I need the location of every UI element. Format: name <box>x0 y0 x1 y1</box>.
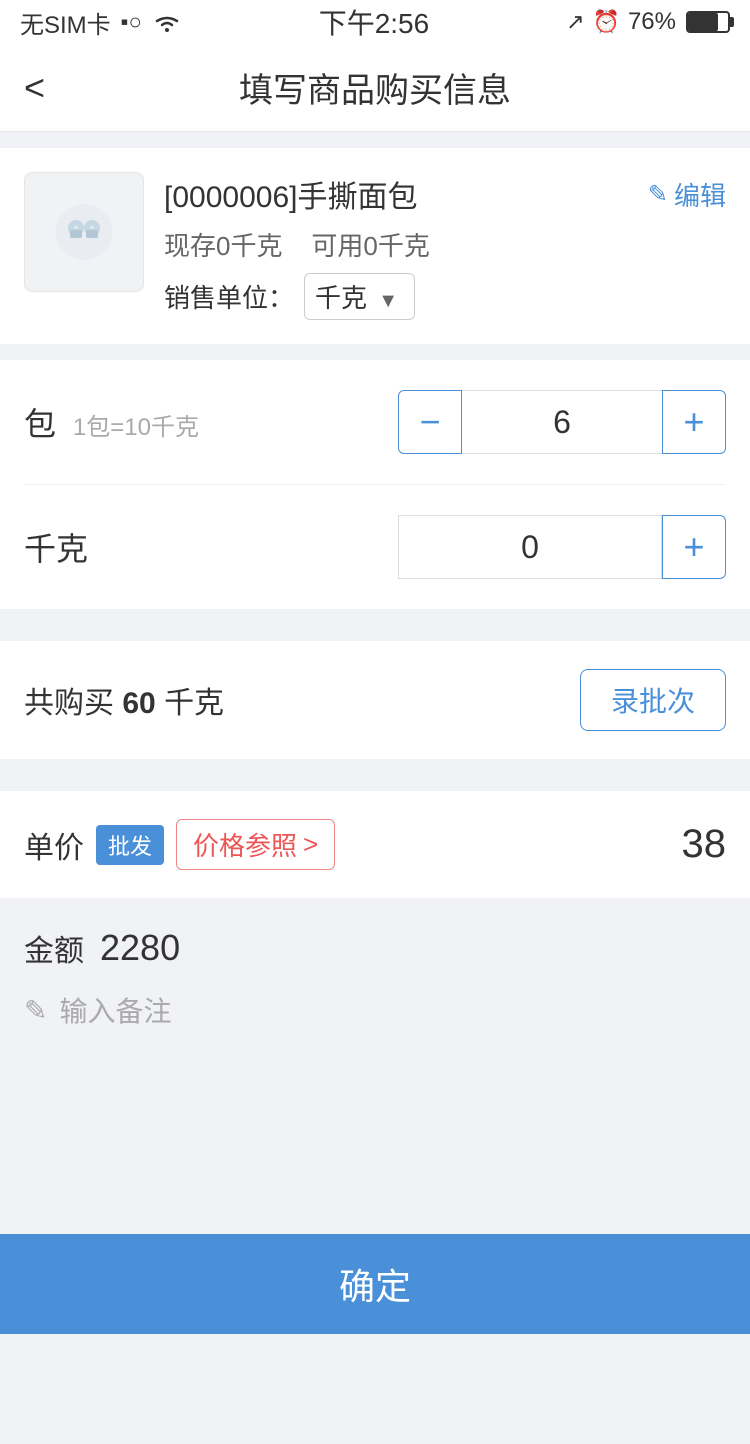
kg-unit-text: 千克 <box>24 531 88 567</box>
note-placeholder: 输入备注 <box>59 990 171 1030</box>
total-unit: 千克 <box>164 687 224 720</box>
amount-value: 2280 <box>100 927 180 969</box>
amount-section: 金额 2280 ✎ 输入备注 <box>0 898 750 1054</box>
price-label: 单价 <box>24 823 84 867</box>
bag-increment-button[interactable]: + <box>662 390 726 454</box>
quantity-row-kg: 千克 + <box>24 485 726 609</box>
amount-label: 金额 <box>24 926 84 970</box>
bag-decrement-button[interactable]: − <box>398 390 462 454</box>
amount-row: 金额 2280 <box>24 926 726 970</box>
back-button[interactable]: < <box>24 67 45 109</box>
total-text: 共购买 60 千克 <box>24 678 224 722</box>
unit-label: 销售单位： <box>164 278 294 315</box>
edit-label: 编辑 <box>674 176 726 213</box>
price-label-row: 单价 批发 价格参照 > <box>24 819 335 870</box>
price-ref-button[interactable]: 价格参照 > <box>176 819 335 870</box>
batch-button[interactable]: 录批次 <box>580 669 726 731</box>
alarm-icon: ⏰ <box>593 9 620 35</box>
stock-text: 现存0千克 <box>164 231 282 261</box>
pencil-icon: ✎ <box>24 994 47 1027</box>
carrier-text: 无SIM卡 <box>20 5 111 40</box>
product-logo-icon <box>54 202 114 262</box>
status-bar: 无SIM卡 ▪○ 下午2:56 ↗ ⏰ 76% <box>0 0 750 44</box>
status-time: 下午2:56 <box>319 2 430 42</box>
price-type-tag: 批发 <box>96 825 164 865</box>
wifi-icon: ▪○ <box>121 9 142 35</box>
bag-quantity-input[interactable] <box>462 390 662 454</box>
quantity-section: 包 1包=10千克 − + 千克 + <box>0 360 750 609</box>
edit-icon: ✎ <box>648 180 668 209</box>
page-title: 填写商品购买信息 <box>239 63 511 112</box>
divider-3 <box>0 759 750 775</box>
status-right: ↗ ⏰ 76% <box>566 8 730 36</box>
bag-unit-text: 包 <box>24 406 56 442</box>
price-ref-arrow: > <box>303 829 318 860</box>
product-info: [0000006]手撕面包 现存0千克 可用0千克 销售单位： 千克 ▼ <box>164 172 726 320</box>
wifi-signal-icon <box>152 11 182 33</box>
kg-increment-button[interactable]: + <box>662 515 726 579</box>
product-card: [0000006]手撕面包 现存0千克 可用0千克 销售单位： 千克 ▼ ✎ 编… <box>0 148 750 344</box>
bag-label: 包 1包=10千克 <box>24 399 398 445</box>
price-ref-label: 价格参照 <box>193 826 297 863</box>
kg-quantity-input[interactable] <box>398 515 662 579</box>
battery-icon <box>686 11 730 33</box>
unit-dropdown-arrow: ▼ <box>378 290 398 312</box>
battery-percent: 76% <box>628 8 676 36</box>
note-row[interactable]: ✎ 输入备注 <box>24 990 726 1054</box>
kg-quantity-controls: + <box>398 515 726 579</box>
price-section: 单价 批发 价格参照 > 38 <box>0 791 750 898</box>
product-unit-row: 销售单位： 千克 ▼ <box>164 273 726 320</box>
product-name: [0000006]手撕面包 <box>164 172 726 216</box>
confirm-button[interactable]: 确定 <box>0 1234 750 1334</box>
bag-sublabel: 1包=10千克 <box>73 414 199 441</box>
nav-bar: < 填写商品购买信息 <box>0 44 750 132</box>
product-image <box>24 172 144 292</box>
total-amount: 60 <box>122 687 155 720</box>
total-prefix: 共购买 <box>24 687 114 720</box>
unit-select[interactable]: 千克 ▼ <box>304 273 415 320</box>
total-section: 共购买 60 千克 录批次 <box>0 641 750 759</box>
unit-value: 千克 <box>315 283 367 313</box>
status-left: 无SIM卡 ▪○ <box>20 5 182 40</box>
edit-button[interactable]: ✎ 编辑 <box>648 176 726 213</box>
product-stock: 现存0千克 可用0千克 <box>164 226 726 263</box>
stock-space <box>290 231 304 261</box>
location-icon: ↗ <box>566 9 584 35</box>
price-value: 38 <box>682 822 727 867</box>
quantity-row-bag: 包 1包=10千克 − + <box>24 360 726 485</box>
divider-1 <box>0 344 750 360</box>
kg-label: 千克 <box>24 524 398 570</box>
divider-2 <box>0 609 750 625</box>
available-text: 可用0千克 <box>311 231 429 261</box>
bag-quantity-controls: − + <box>398 390 726 454</box>
